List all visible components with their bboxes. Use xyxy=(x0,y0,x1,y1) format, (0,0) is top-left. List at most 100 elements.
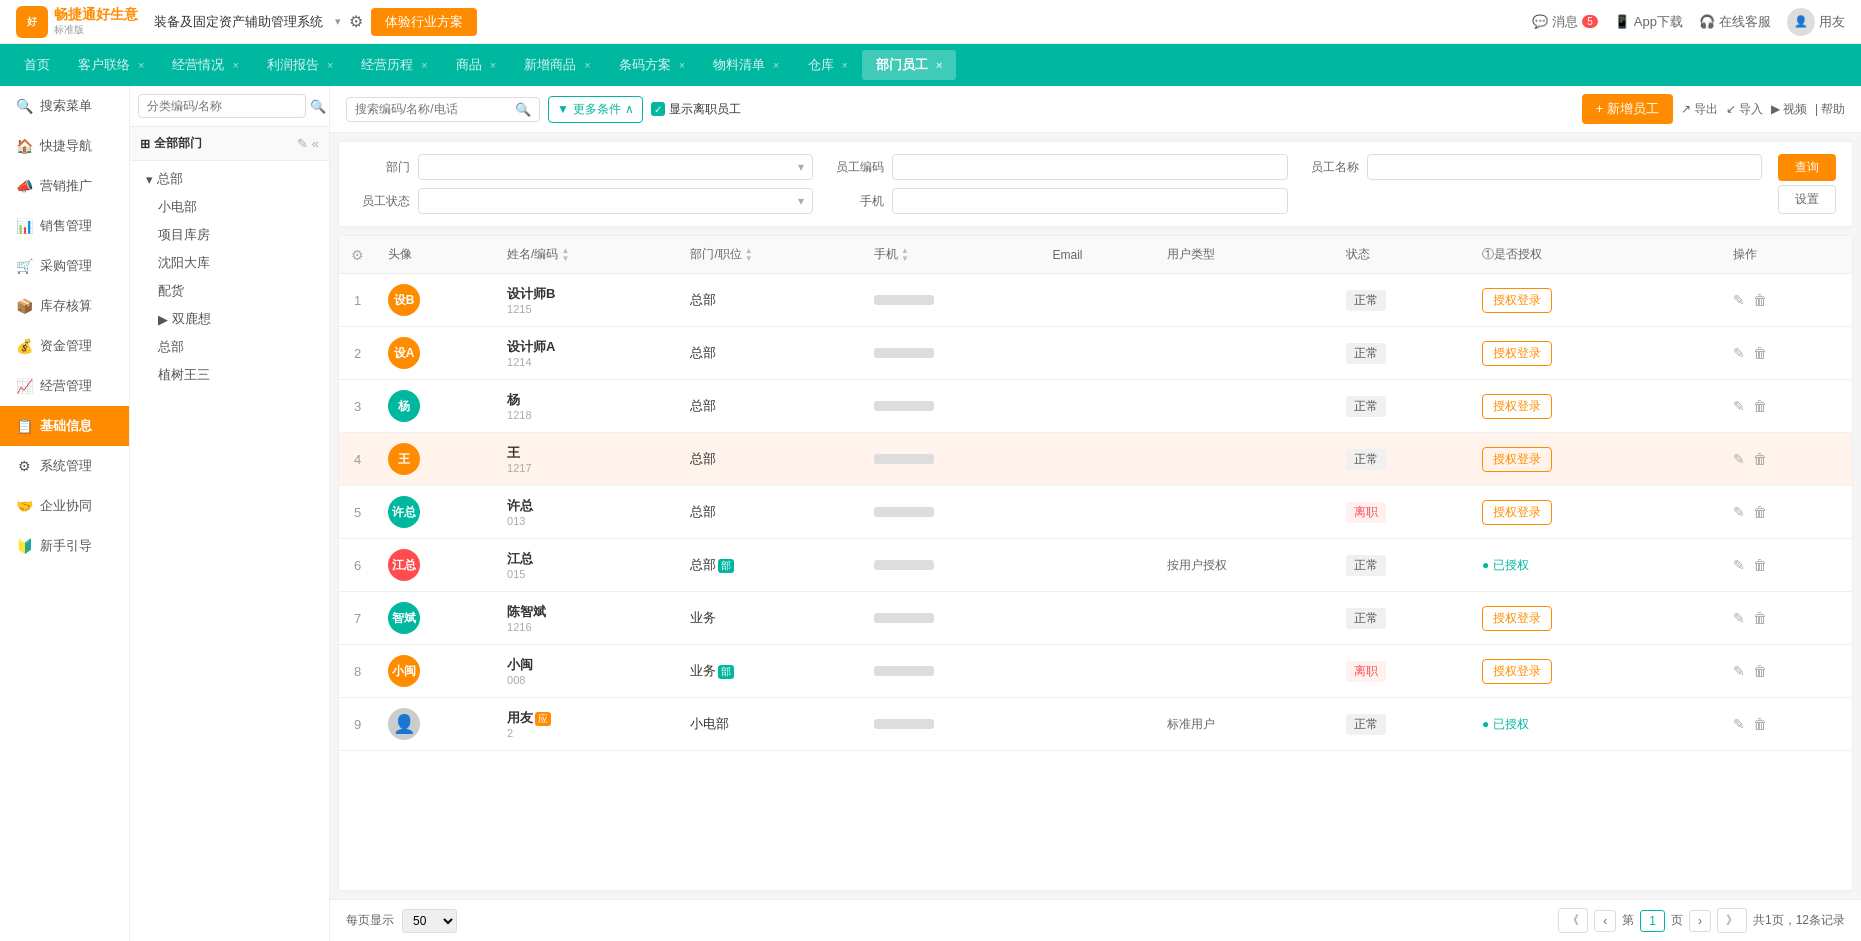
edit-button[interactable]: ✎ xyxy=(1733,610,1745,626)
current-page[interactable]: 1 xyxy=(1640,910,1665,932)
sidebar-item-inventory[interactable]: 📦 库存核算 xyxy=(0,286,129,326)
sidebar-item-marketing[interactable]: 📣 营销推广 xyxy=(0,166,129,206)
close-icon[interactable]: × xyxy=(421,59,427,71)
phone-col-header[interactable]: 手机 ▲▼ xyxy=(862,236,1041,274)
phone-input[interactable] xyxy=(892,188,1287,214)
dept-edit-button[interactable]: ✎ xyxy=(297,136,308,151)
sidebar-item-management[interactable]: 📈 经营管理 xyxy=(0,366,129,406)
per-page-select[interactable]: 50 100 xyxy=(402,909,457,933)
dept-collapse-button[interactable]: « xyxy=(312,136,319,151)
delete-button[interactable]: 🗑 xyxy=(1753,398,1767,414)
system-dropdown-arrow[interactable]: ▾ xyxy=(335,15,341,28)
tab-barcode[interactable]: 条码方案 × xyxy=(605,50,699,80)
edit-button[interactable]: ✎ xyxy=(1733,345,1745,361)
sidebar-item-basic[interactable]: 📋 基础信息 xyxy=(0,406,129,446)
delete-button[interactable]: 🗑 xyxy=(1753,610,1767,626)
query-button[interactable]: 查询 xyxy=(1778,154,1836,181)
sidebar-item-search[interactable]: 🔍 搜索菜单 xyxy=(0,86,129,126)
dept-search-button[interactable]: 🔍 xyxy=(310,99,326,114)
auth-button[interactable]: 授权登录 xyxy=(1482,447,1552,472)
phone-sort[interactable]: 手机 ▲▼ xyxy=(874,246,909,263)
edit-button[interactable]: ✎ xyxy=(1733,398,1745,414)
sidebar-item-system[interactable]: ⚙ 系统管理 xyxy=(0,446,129,486)
sidebar-item-collab[interactable]: 🤝 企业协同 xyxy=(0,486,129,526)
tab-warehouse[interactable]: 仓库 × xyxy=(794,50,862,80)
sidebar-item-finance[interactable]: 💰 资金管理 xyxy=(0,326,129,366)
auth-button[interactable]: 授权登录 xyxy=(1482,659,1552,684)
close-icon[interactable]: × xyxy=(232,59,238,71)
tab-bom[interactable]: 物料清单 × xyxy=(699,50,793,80)
app-download-button[interactable]: 📱 App下载 xyxy=(1614,13,1683,31)
search-input[interactable] xyxy=(355,102,515,116)
settings-button[interactable]: ⚙ xyxy=(349,12,363,31)
search-icon[interactable]: 🔍 xyxy=(515,102,531,117)
dept-node-shenyang[interactable]: 沈阳大库 xyxy=(130,249,329,277)
add-employee-button[interactable]: + 新增员工 xyxy=(1582,94,1673,124)
auth-button[interactable]: 授权登录 xyxy=(1482,394,1552,419)
auth-button[interactable]: 授权登录 xyxy=(1482,288,1552,313)
delete-button[interactable]: 🗑 xyxy=(1753,663,1767,679)
settings-col-header[interactable]: ⚙ xyxy=(339,236,376,274)
dept-sort[interactable]: 部门/职位 ▲▼ xyxy=(690,246,752,263)
name-sort[interactable]: 姓名/编码 ▲▼ xyxy=(507,246,569,263)
close-icon[interactable]: × xyxy=(138,59,144,71)
delete-button[interactable]: 🗑 xyxy=(1753,504,1767,520)
emp-name-input[interactable] xyxy=(1367,154,1762,180)
close-icon[interactable]: × xyxy=(679,59,685,71)
tab-add-goods[interactable]: 新增商品 × xyxy=(510,50,604,80)
reset-button[interactable]: 设置 xyxy=(1778,185,1836,214)
edit-button[interactable]: ✎ xyxy=(1733,292,1745,308)
tab-history[interactable]: 经营历程 × xyxy=(347,50,441,80)
dept-node-peihuo[interactable]: 配货 xyxy=(130,277,329,305)
view-button[interactable]: ▶ 视频 xyxy=(1771,101,1807,118)
prev-page-button[interactable]: ‹ xyxy=(1594,910,1616,932)
sidebar-item-nav[interactable]: 🏠 快捷导航 xyxy=(0,126,129,166)
edit-button[interactable]: ✎ xyxy=(1733,504,1745,520)
emp-code-input[interactable] xyxy=(892,154,1287,180)
close-icon[interactable]: × xyxy=(490,59,496,71)
tab-operation[interactable]: 经营情况 × xyxy=(158,50,252,80)
close-icon[interactable]: × xyxy=(327,59,333,71)
tab-home[interactable]: 首页 xyxy=(10,50,64,80)
name-col-header[interactable]: 姓名/编码 ▲▼ xyxy=(495,236,678,274)
delete-button[interactable]: 🗑 xyxy=(1753,716,1767,732)
delete-button[interactable]: 🗑 xyxy=(1753,292,1767,308)
trial-button[interactable]: 体验行业方案 xyxy=(371,8,477,36)
show-resigned-toggle[interactable]: ✓ 显示离职员工 xyxy=(651,101,741,118)
auth-button[interactable]: 授权登录 xyxy=(1482,341,1552,366)
auth-button[interactable]: 授权登录 xyxy=(1482,500,1552,525)
close-icon[interactable]: × xyxy=(936,59,942,71)
edit-button[interactable]: ✎ xyxy=(1733,663,1745,679)
tab-employees[interactable]: 部门员工 × xyxy=(862,50,956,80)
sidebar-item-purchase[interactable]: 🛒 采购管理 xyxy=(0,246,129,286)
dept-node-zhishu[interactable]: 植树王三 xyxy=(130,361,329,389)
more-conditions-button[interactable]: ▼ 更多条件 ∧ xyxy=(548,96,643,123)
dept-search-input[interactable] xyxy=(138,94,306,118)
close-icon[interactable]: × xyxy=(842,59,848,71)
close-icon[interactable]: × xyxy=(773,59,779,71)
auth-button[interactable]: 授权登录 xyxy=(1482,606,1552,631)
tab-profit[interactable]: 利润报告 × xyxy=(253,50,347,80)
dept-node-project[interactable]: 项目库房 xyxy=(130,221,329,249)
user-menu[interactable]: 👤 用友 xyxy=(1787,8,1845,36)
dept-node-zongbu2[interactable]: 总部 xyxy=(130,333,329,361)
edit-button[interactable]: ✎ xyxy=(1733,557,1745,573)
emp-status-select[interactable]: ▾ xyxy=(418,188,813,214)
close-icon[interactable]: × xyxy=(584,59,590,71)
message-button[interactable]: 💬 消息 5 xyxy=(1532,13,1598,31)
next-page-button[interactable]: › xyxy=(1689,910,1711,932)
import-button[interactable]: ↙ 导入 xyxy=(1726,101,1763,118)
gear-icon[interactable]: ⚙ xyxy=(351,247,364,263)
delete-button[interactable]: 🗑 xyxy=(1753,557,1767,573)
export-button[interactable]: ↗ 导出 xyxy=(1681,101,1718,118)
last-page-button[interactable]: 》 xyxy=(1717,908,1747,933)
dept-col-header[interactable]: 部门/职位 ▲▼ xyxy=(678,236,861,274)
first-page-button[interactable]: 《 xyxy=(1558,908,1588,933)
edit-button[interactable]: ✎ xyxy=(1733,451,1745,467)
delete-button[interactable]: 🗑 xyxy=(1753,345,1767,361)
dept-node-shuanglu[interactable]: ▶ 双鹿想 xyxy=(130,305,329,333)
tab-goods[interactable]: 商品 × xyxy=(442,50,510,80)
dept-select[interactable]: ▾ xyxy=(418,154,813,180)
sidebar-item-guide[interactable]: 🔰 新手引导 xyxy=(0,526,129,566)
sidebar-item-sales[interactable]: 📊 销售管理 xyxy=(0,206,129,246)
